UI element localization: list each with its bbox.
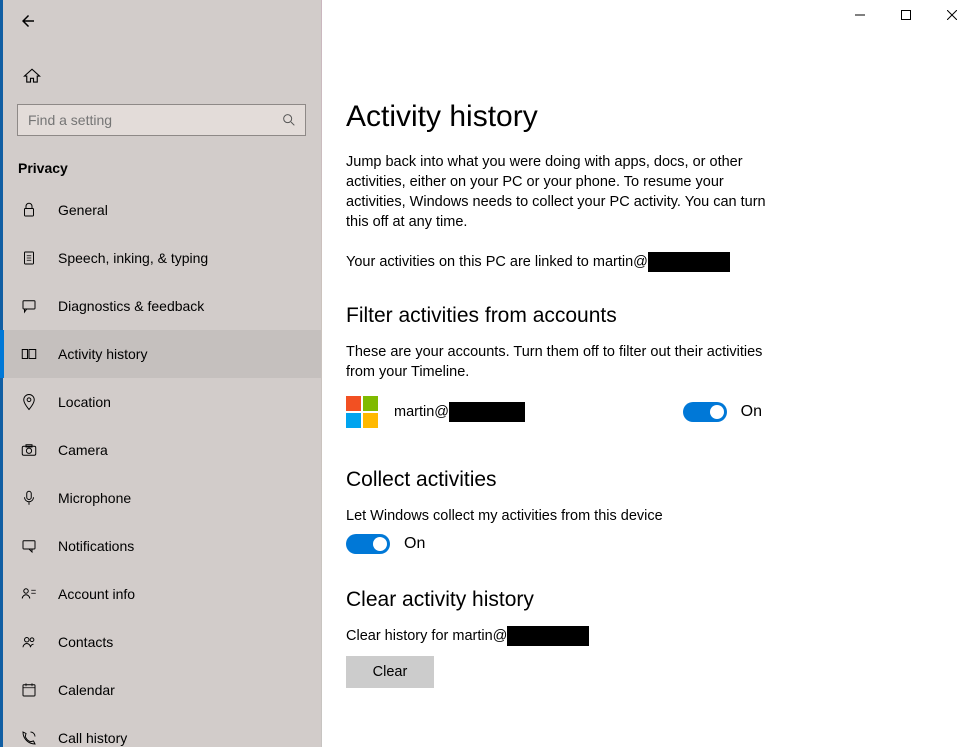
back-button[interactable] bbox=[8, 1, 48, 41]
sidebar-item-account-info[interactable]: Account info bbox=[0, 570, 321, 618]
redacted-domain bbox=[507, 626, 589, 646]
search-settings[interactable] bbox=[17, 104, 306, 136]
sidebar-item-contacts[interactable]: Contacts bbox=[0, 618, 321, 666]
settings-sidebar: Privacy General Speech, inking, & typing… bbox=[0, 0, 322, 747]
sidebar-item-activity-history[interactable]: Activity history bbox=[0, 330, 321, 378]
sidebar-item-label: Calendar bbox=[58, 682, 115, 698]
filter-description: These are your accounts. Turn them off t… bbox=[346, 342, 782, 382]
collect-activities-toggle-state: On bbox=[404, 535, 425, 553]
account-filter-toggle[interactable] bbox=[683, 402, 727, 422]
sidebar-item-label: Speech, inking, & typing bbox=[58, 250, 208, 266]
main-pane: Activity history Jump back into what you… bbox=[322, 0, 975, 747]
clear-history-prefix: Clear history for martin@ bbox=[346, 628, 507, 644]
sidebar-item-label: Notifications bbox=[58, 538, 134, 554]
sidebar-item-label: Location bbox=[58, 394, 111, 410]
redacted-domain bbox=[648, 252, 730, 272]
redacted-domain bbox=[449, 402, 525, 422]
calendar-icon bbox=[18, 679, 40, 701]
close-button[interactable] bbox=[929, 0, 975, 30]
home-icon bbox=[23, 67, 41, 85]
call-history-icon bbox=[18, 727, 40, 747]
linked-account-prefix: Your activities on this PC are linked to… bbox=[346, 254, 648, 270]
linked-account-line: Your activities on this PC are linked to… bbox=[346, 252, 782, 272]
sidebar-item-camera[interactable]: Camera bbox=[0, 426, 321, 474]
location-icon bbox=[18, 391, 40, 413]
clear-button[interactable]: Clear bbox=[346, 656, 434, 688]
sidebar-item-label: Activity history bbox=[58, 346, 147, 362]
feedback-icon bbox=[18, 295, 40, 317]
close-icon bbox=[947, 10, 957, 20]
sidebar-item-calendar[interactable]: Calendar bbox=[0, 666, 321, 714]
page-description: Jump back into what you were doing with … bbox=[346, 152, 782, 232]
sidebar-item-microphone[interactable]: Microphone bbox=[0, 474, 321, 522]
sidebar-section-label: Privacy bbox=[0, 136, 321, 186]
account-email: martin@ bbox=[394, 402, 525, 422]
sidebar-item-speech[interactable]: Speech, inking, & typing bbox=[0, 234, 321, 282]
sidebar-item-label: Call history bbox=[58, 730, 127, 746]
contacts-icon bbox=[18, 631, 40, 653]
maximize-button[interactable] bbox=[883, 0, 929, 30]
sidebar-item-label: Diagnostics & feedback bbox=[58, 298, 204, 314]
microphone-icon bbox=[18, 487, 40, 509]
minimize-button[interactable] bbox=[837, 0, 883, 30]
camera-icon bbox=[18, 439, 40, 461]
notifications-icon bbox=[18, 535, 40, 557]
page-title: Activity history bbox=[346, 100, 782, 134]
clear-heading: Clear activity history bbox=[346, 588, 782, 612]
sidebar-item-label: Account info bbox=[58, 586, 135, 602]
window-titlebar bbox=[837, 0, 975, 30]
account-filter-toggle-state: On bbox=[741, 403, 762, 421]
sidebar-item-call-history[interactable]: Call history bbox=[0, 714, 321, 747]
microsoft-logo-icon bbox=[346, 396, 378, 428]
clipboard-icon bbox=[18, 247, 40, 269]
sidebar-item-label: General bbox=[58, 202, 108, 218]
lock-icon bbox=[18, 199, 40, 221]
sidebar-item-label: Camera bbox=[58, 442, 108, 458]
collect-description: Let Windows collect my activities from t… bbox=[346, 506, 782, 526]
account-info-icon bbox=[18, 583, 40, 605]
minimize-icon bbox=[855, 10, 865, 20]
filter-heading: Filter activities from accounts bbox=[346, 304, 782, 328]
sidebar-item-label: Microphone bbox=[58, 490, 131, 506]
maximize-icon bbox=[901, 10, 911, 20]
search-input[interactable] bbox=[18, 112, 305, 128]
clear-history-line: Clear history for martin@ bbox=[346, 626, 782, 646]
collect-heading: Collect activities bbox=[346, 468, 782, 492]
account-filter-row: martin@ On bbox=[346, 396, 782, 428]
account-email-prefix: martin@ bbox=[394, 404, 449, 420]
collect-activities-toggle[interactable] bbox=[346, 534, 390, 554]
sidebar-item-location[interactable]: Location bbox=[0, 378, 321, 426]
sidebar-item-notifications[interactable]: Notifications bbox=[0, 522, 321, 570]
home-button[interactable] bbox=[12, 56, 52, 96]
back-arrow-icon bbox=[19, 12, 37, 30]
sidebar-item-general[interactable]: General bbox=[0, 186, 321, 234]
sidebar-item-label: Contacts bbox=[58, 634, 113, 650]
activity-history-icon bbox=[18, 343, 40, 365]
sidebar-item-diagnostics[interactable]: Diagnostics & feedback bbox=[0, 282, 321, 330]
search-icon bbox=[281, 112, 297, 128]
